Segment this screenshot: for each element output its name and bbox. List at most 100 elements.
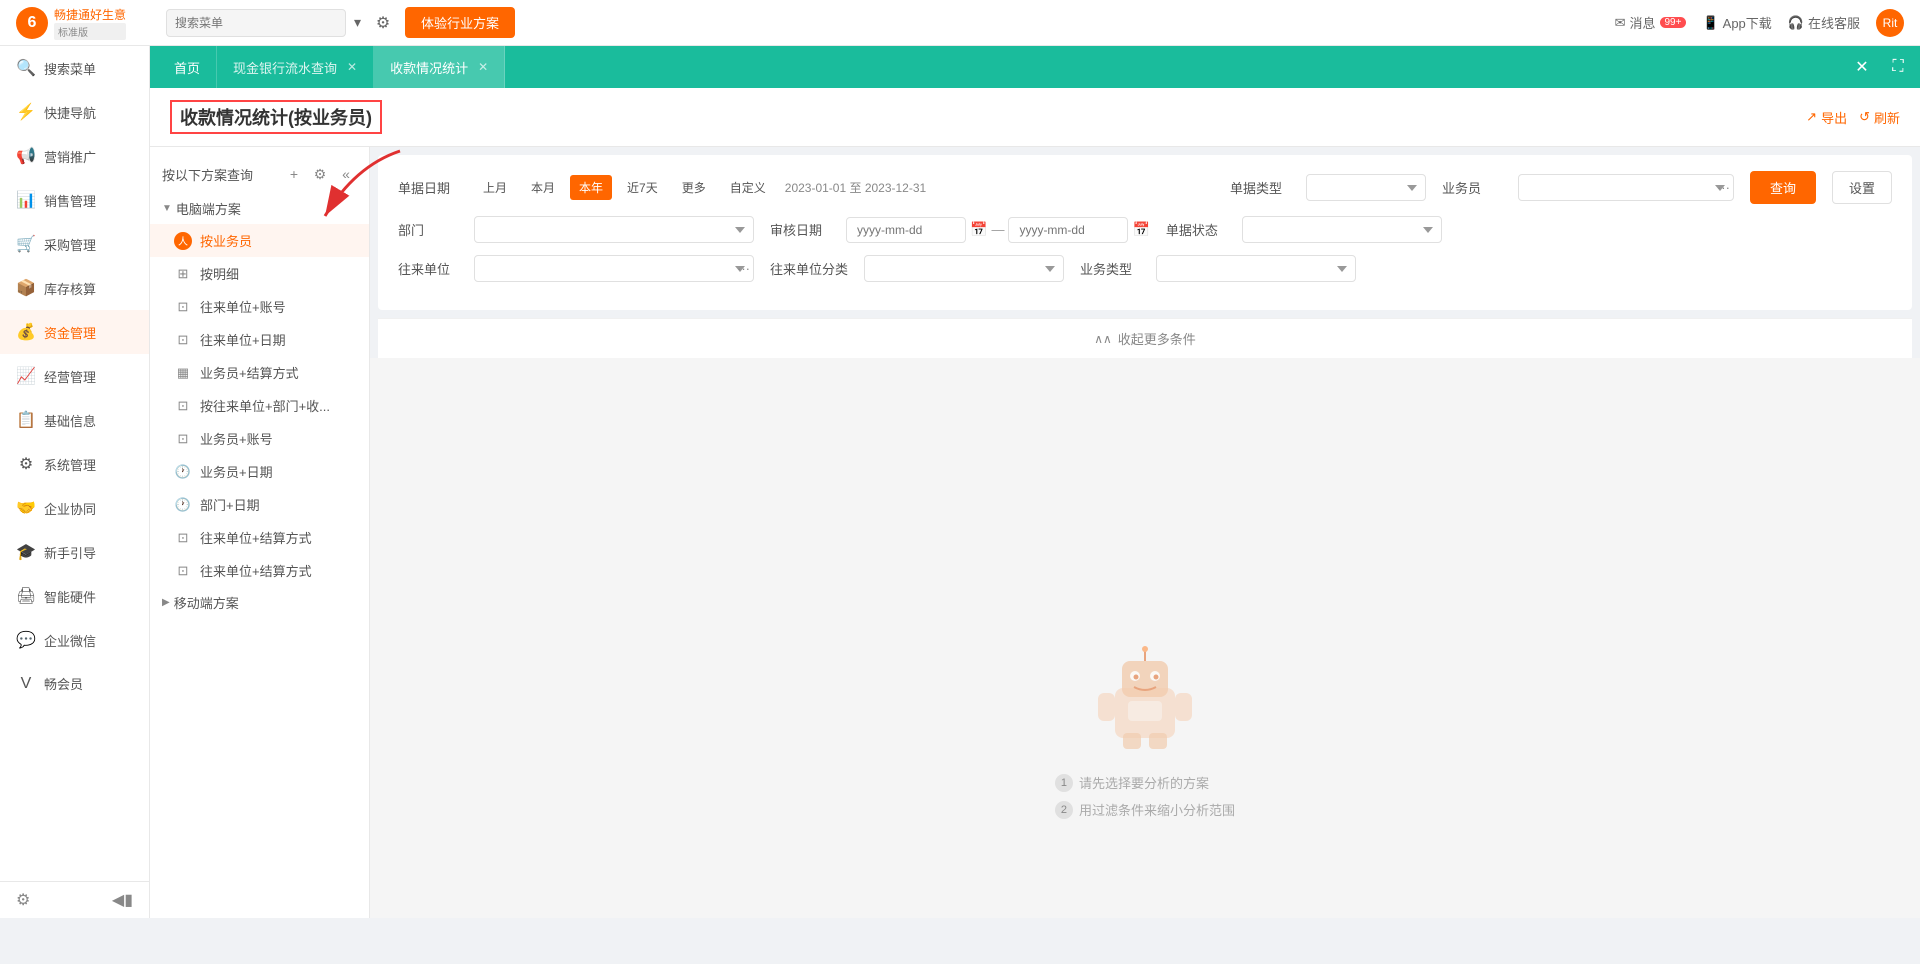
- hardware-icon: 🖨: [16, 586, 36, 606]
- sidebar-item-base-info[interactable]: 📋 基础信息: [0, 398, 149, 442]
- scheme-item-salesperson-account[interactable]: ⊡ 业务员+账号: [150, 422, 369, 455]
- sidebar-label-member: 畅会员: [44, 674, 83, 693]
- scheme-item-by-salesperson[interactable]: 人 按业务员: [150, 224, 369, 257]
- sidebar-item-member[interactable]: V 畅会员: [0, 662, 149, 705]
- header-dropdown-btn[interactable]: ▾: [354, 14, 361, 31]
- tab-receipt-stats-close[interactable]: ✕: [478, 60, 488, 74]
- table-icon-2: ⊡: [174, 331, 192, 349]
- sidebar-item-quicknav[interactable]: ⚡ 快捷导航: [0, 90, 149, 134]
- sidebar-item-search[interactable]: 🔍 搜索菜单: [0, 46, 149, 90]
- sidebar-item-guide[interactable]: 🎓 新手引导: [0, 530, 149, 574]
- export-btn[interactable]: ↗ 导出: [1806, 108, 1847, 127]
- robot-illustration: [1090, 643, 1200, 753]
- app-logo-icon: 6: [16, 7, 48, 39]
- refresh-icon: ↺: [1859, 109, 1870, 125]
- tip-text-1: 请先选择要分析的方案: [1079, 773, 1209, 792]
- filter-row-partner: 往来单位 ··· 往来单位分类 业务类型: [398, 255, 1892, 282]
- mobile-group-label: 移动端方案: [174, 593, 239, 612]
- sidebar-item-inventory[interactable]: 📦 库存核算: [0, 266, 149, 310]
- date-tab-custom[interactable]: 自定义: [721, 175, 775, 200]
- dept-label: 部门: [398, 220, 458, 239]
- scheme-item-by-detail[interactable]: ⊞ 按明细: [150, 257, 369, 290]
- table-icon-5: ⊡: [174, 529, 192, 547]
- sidebar-footer-settings-icon[interactable]: ⚙: [16, 890, 30, 910]
- online-service-btn[interactable]: 🎧 在线客服: [1788, 13, 1860, 32]
- sidebar-label-finance: 资金管理: [44, 323, 96, 342]
- header-right: ✉ 消息 99+ 📱 App下载 🎧 在线客服 Rit: [1615, 9, 1904, 37]
- scheme-settings-btn[interactable]: ⚙: [309, 163, 331, 185]
- set-btn[interactable]: 设置: [1832, 171, 1892, 204]
- scheme-mobile-group-header[interactable]: ▶ 移动端方案: [150, 587, 369, 618]
- base-info-icon: 📋: [16, 410, 36, 430]
- doc-status-select[interactable]: [1242, 216, 1442, 243]
- scheme-item-salesperson-settlement[interactable]: ▦ 业务员+结算方式: [150, 356, 369, 389]
- user-avatar[interactable]: Rit: [1876, 9, 1904, 37]
- scheme-item-partner-settlement1[interactable]: ⊡ 往来单位+结算方式: [150, 521, 369, 554]
- empty-tips: 1 请先选择要分析的方案 2 用过滤条件来缩小分析范围: [1055, 769, 1235, 823]
- review-date-end[interactable]: [1008, 217, 1128, 243]
- salesperson-input[interactable]: [1518, 174, 1734, 201]
- message-btn[interactable]: ✉ 消息 99+: [1615, 13, 1687, 32]
- sidebar-footer-collapse-icon[interactable]: ◀▮: [112, 890, 133, 910]
- search-menu-input[interactable]: [166, 9, 346, 37]
- query-btn[interactable]: 查询: [1750, 171, 1816, 204]
- review-date-start[interactable]: [846, 217, 966, 243]
- scheme-item-dept-date[interactable]: 🕐 部门+日期: [150, 488, 369, 521]
- partner-input[interactable]: [474, 255, 754, 282]
- collapse-more-bar[interactable]: ∧∧ 收起更多条件: [378, 318, 1912, 358]
- tab-bank-flow[interactable]: 现金银行流水查询 ✕: [217, 46, 374, 88]
- scheme-item-label-10: 往来单位+结算方式: [200, 561, 312, 580]
- scheme-add-btn[interactable]: +: [283, 163, 305, 185]
- sidebar-item-finance[interactable]: 💰 资金管理: [0, 310, 149, 354]
- date-tab-last-month[interactable]: 上月: [474, 175, 516, 200]
- date-tab-more[interactable]: 更多: [673, 175, 715, 200]
- header-settings-btn[interactable]: ⚙: [369, 9, 397, 37]
- trial-industry-btn[interactable]: 体验行业方案: [405, 7, 515, 38]
- dept-select[interactable]: [474, 216, 754, 243]
- sidebar-item-sales[interactable]: 📊 销售管理: [0, 178, 149, 222]
- purchase-icon: 🛒: [16, 234, 36, 254]
- business-type-select[interactable]: [1156, 255, 1356, 282]
- empty-tip-1: 1 请先选择要分析的方案: [1055, 769, 1235, 796]
- scheme-item-label-4: 业务员+结算方式: [200, 363, 299, 382]
- tip-num-1: 1: [1055, 774, 1073, 792]
- app-download-label: App下载: [1723, 13, 1772, 32]
- sidebar: 🔍 搜索菜单 ⚡ 快捷导航 📢 营销推广 📊 销售管理 🛒 采购管理 📦 库存核…: [0, 46, 150, 918]
- scheme-desktop-group-header[interactable]: ▼ 电脑端方案: [150, 193, 369, 224]
- scheme-item-partner-dept[interactable]: ⊡ 按往来单位+部门+收...: [150, 389, 369, 422]
- top-header: 6 畅捷通好生意 标准版 ▾ ⚙ 体验行业方案 ✉ 消息 99+ 📱 App下载…: [0, 0, 1920, 46]
- sidebar-item-hardware[interactable]: 🖨 智能硬件: [0, 574, 149, 618]
- date-filter-label: 单据日期: [398, 178, 458, 197]
- app-download-icon: 📱: [1702, 15, 1718, 31]
- app-download-btn[interactable]: 📱 App下载: [1702, 13, 1771, 32]
- category-type-select[interactable]: [1306, 174, 1426, 201]
- sidebar-item-collab[interactable]: 🤝 企业协同: [0, 486, 149, 530]
- partner-category-select[interactable]: [864, 255, 1064, 282]
- date-tab-this-year[interactable]: 本年: [570, 175, 612, 200]
- marketing-icon: 📢: [16, 146, 36, 166]
- sidebar-item-purchase[interactable]: 🛒 采购管理: [0, 222, 149, 266]
- scheme-item-label-9: 往来单位+结算方式: [200, 528, 312, 547]
- tab-bank-flow-close[interactable]: ✕: [347, 60, 357, 74]
- message-badge: 99+: [1660, 17, 1687, 28]
- tab-home[interactable]: 首页: [158, 46, 217, 88]
- salesperson-more-icon[interactable]: ···: [1717, 180, 1730, 195]
- date-tab-this-month[interactable]: 本月: [522, 175, 564, 200]
- scheme-collapse-btn[interactable]: «: [335, 163, 357, 185]
- partner-more-icon[interactable]: ···: [737, 261, 750, 276]
- scheme-item-salesperson-date[interactable]: 🕐 业务员+日期: [150, 455, 369, 488]
- sidebar-item-system[interactable]: ⚙ 系统管理: [0, 442, 149, 486]
- sidebar-item-marketing[interactable]: 📢 营销推广: [0, 134, 149, 178]
- tab-fullscreen-btn[interactable]: ⛶: [1884, 53, 1912, 81]
- scheme-item-partner-settlement2[interactable]: ⊡ 往来单位+结算方式: [150, 554, 369, 587]
- scheme-item-partner-account[interactable]: ⊡ 往来单位+账号: [150, 290, 369, 323]
- date-tab-last-7days[interactable]: 近7天: [618, 175, 667, 200]
- sidebar-item-wechat[interactable]: 💬 企业微信: [0, 618, 149, 662]
- refresh-btn[interactable]: ↺ 刷新: [1859, 108, 1900, 127]
- scheme-item-partner-date[interactable]: ⊡ 往来单位+日期: [150, 323, 369, 356]
- tab-receipt-stats[interactable]: 收款情况统计 ✕: [374, 46, 505, 88]
- sidebar-item-operations[interactable]: 📈 经营管理: [0, 354, 149, 398]
- tab-close-all-btn[interactable]: ✕: [1848, 53, 1876, 81]
- scheme-item-label-3: 往来单位+日期: [200, 330, 286, 349]
- export-label: 导出: [1821, 108, 1847, 127]
